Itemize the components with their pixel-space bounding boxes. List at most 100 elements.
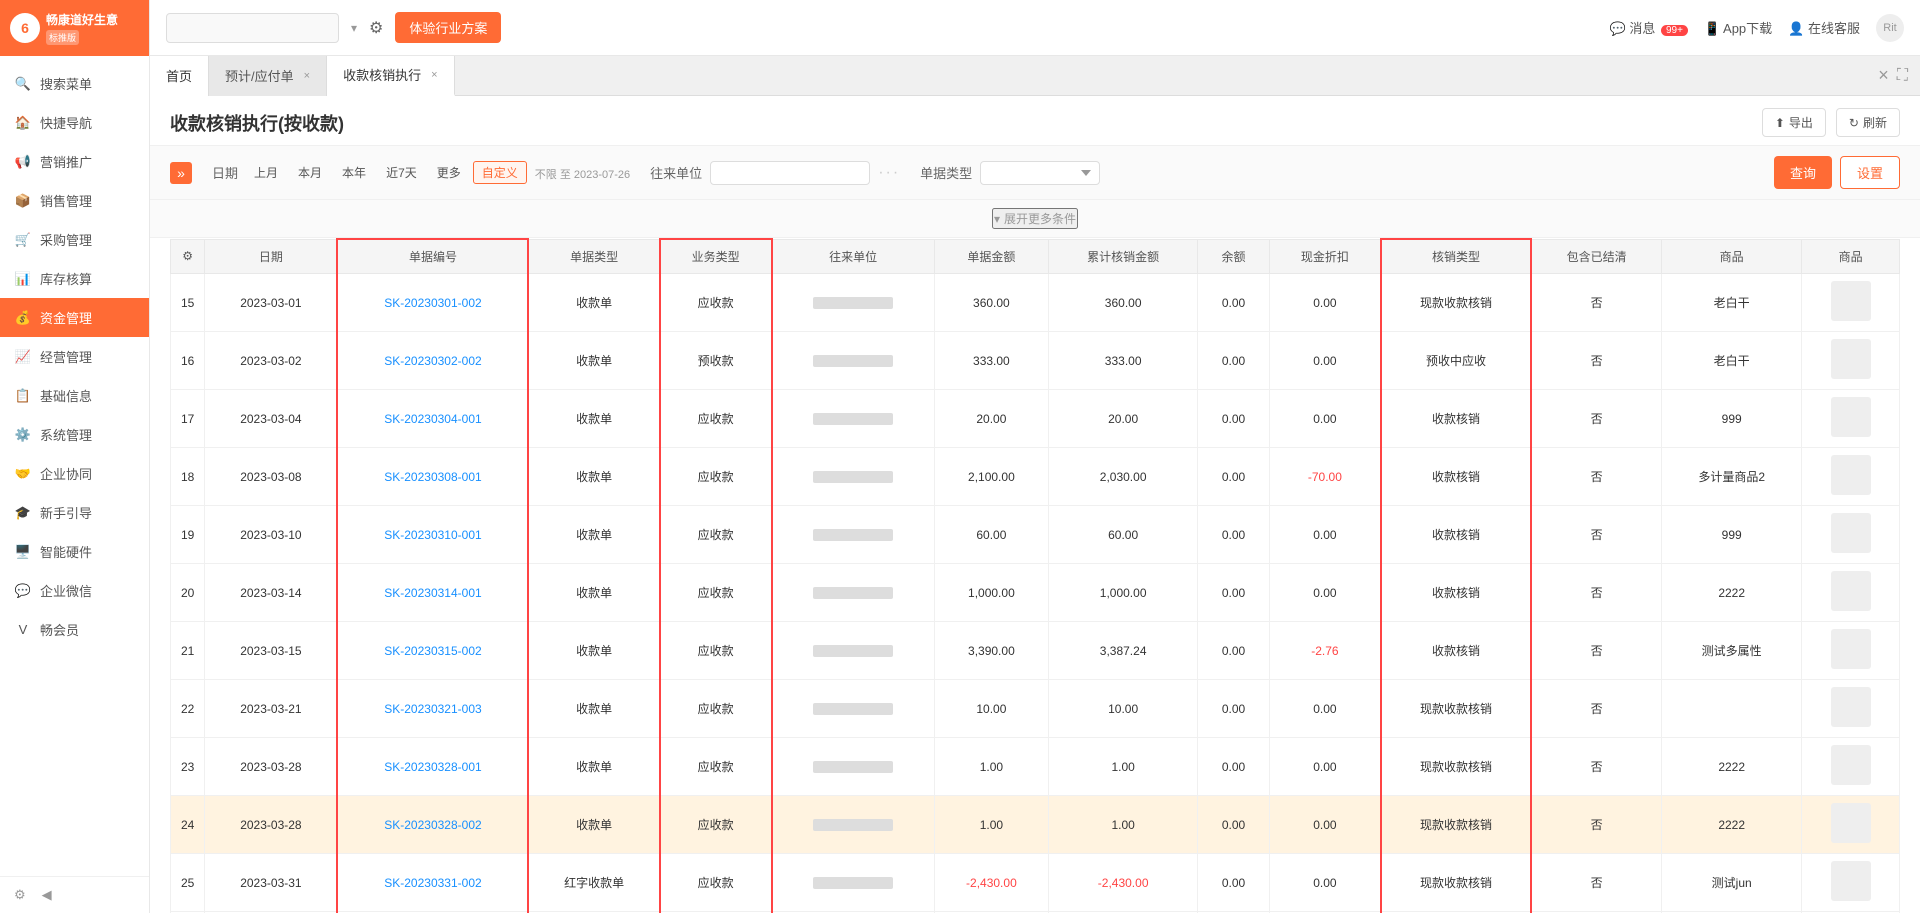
doc-no-link[interactable]: SK-20230310-001 (384, 528, 481, 542)
sidebar-item-sales[interactable]: 📦销售管理 (0, 181, 149, 220)
member-icon: V (14, 621, 32, 639)
sidebar-item-inventory[interactable]: 📊库存核算 (0, 259, 149, 298)
inventory-icon: 📊 (14, 270, 32, 288)
sidebar-item-member[interactable]: V畅会员 (0, 610, 149, 649)
cell-balance: 0.00 (1198, 854, 1270, 912)
cell-partner (772, 680, 934, 738)
doc-no-link[interactable]: SK-20230331-002 (384, 876, 481, 890)
tab-fullscreen-icon[interactable]: ⛶ (1897, 67, 1908, 85)
sidebar-item-label-search: 搜索菜单 (40, 74, 92, 93)
doc-no-link[interactable]: SK-20230302-002 (384, 354, 481, 368)
sidebar-item-purchase[interactable]: 🛒采购管理 (0, 220, 149, 259)
cell-date: 2023-03-15 (205, 622, 338, 680)
cell-balance: 0.00 (1198, 332, 1270, 390)
quick-icon: 🏠 (14, 114, 32, 132)
sidebar-item-hardware[interactable]: 🖥️智能硬件 (0, 532, 149, 571)
sidebar-item-search[interactable]: 🔍搜索菜单 (0, 64, 149, 103)
doc-no-link[interactable]: SK-20230304-001 (384, 412, 481, 426)
filter-date-last-month[interactable]: 上月 (246, 161, 286, 184)
filter-partner-input[interactable] (710, 161, 870, 185)
sidebar-item-finance[interactable]: 💰资金管理 (0, 298, 149, 337)
cell-doc-type: 收款单 (528, 274, 659, 332)
cell-doc-type: 收款单 (528, 390, 659, 448)
sidebar-item-label-system: 系统管理 (40, 425, 92, 444)
cell-amount: 333.00 (934, 332, 1049, 390)
filter-toggle-button[interactable]: » (170, 162, 192, 184)
sidebar-item-operation[interactable]: 📈经营管理 (0, 337, 149, 376)
cell-doc-no: SK-20230304-001 (337, 390, 528, 448)
cell-write-off-type: 现款收款核销 (1381, 680, 1531, 738)
cell-partner (772, 796, 934, 854)
tab-home[interactable]: 首页 (150, 56, 209, 96)
query-button[interactable]: 查询 (1774, 156, 1832, 189)
tab-payable[interactable]: 预计/应付单 × (209, 56, 327, 96)
sidebar-item-wechat[interactable]: 💬企业微信 (0, 571, 149, 610)
cell-no: 15 (171, 274, 205, 332)
settings-bottom-icon[interactable]: ⚙ (14, 887, 26, 903)
tab-close-all-icon[interactable]: × (1878, 65, 1889, 86)
cell-no: 19 (171, 506, 205, 564)
tab-collection-close[interactable]: × (431, 69, 437, 81)
filter-doctype-select[interactable] (980, 161, 1100, 185)
cell-write-off-type: 收款核销 (1381, 506, 1531, 564)
filter-date-this-year[interactable]: 本年 (334, 161, 374, 184)
tab-payable-close[interactable]: × (304, 70, 310, 82)
export-button[interactable]: ⬆ 导出 (1762, 108, 1826, 137)
filter-date-custom[interactable]: 自定义 (473, 161, 527, 184)
topbar-gear-icon[interactable]: ⚙ (369, 18, 383, 38)
topbar-chevron-icon[interactable]: ▾ (351, 21, 357, 35)
doc-no-link[interactable]: SK-20230314-001 (384, 586, 481, 600)
cell-doc-type: 收款单 (528, 680, 659, 738)
cell-biz-type: 应收款 (660, 274, 772, 332)
sidebar-item-basic[interactable]: 📋基础信息 (0, 376, 149, 415)
messages-link[interactable]: 💬 消息 99+ (1610, 18, 1688, 37)
cell-goods: 999 (1662, 506, 1802, 564)
cell-write-off-type: 现款收款核销 (1381, 854, 1531, 912)
filter-date-7days[interactable]: 近7天 (378, 161, 425, 184)
cell-goods2 (1802, 448, 1900, 506)
cell-balance: 0.00 (1198, 738, 1270, 796)
wechat-icon: 💬 (14, 582, 32, 600)
logo-icon: 6 (10, 13, 40, 43)
cell-goods: 多计量商品2 (1662, 448, 1802, 506)
filter-date-this-month[interactable]: 本月 (290, 161, 330, 184)
col-settings[interactable]: ⚙ (171, 239, 205, 274)
topbar-search-input[interactable] (166, 13, 339, 43)
cell-discount: 0.00 (1270, 390, 1381, 448)
filter-date-more[interactable]: 更多 (429, 161, 469, 184)
page-title: 收款核销执行(按收款) (170, 110, 344, 136)
cell-amount: 1.00 (934, 738, 1049, 796)
cell-partner (772, 854, 934, 912)
settings-button[interactable]: 设置 (1840, 156, 1900, 189)
cell-write-off-type: 现款收款核销 (1381, 796, 1531, 854)
cell-included: 否 (1531, 680, 1661, 738)
cell-goods2 (1802, 332, 1900, 390)
sidebar-item-label-basic: 基础信息 (40, 386, 92, 405)
cell-biz-type: 预收款 (660, 332, 772, 390)
expand-conditions-button[interactable]: ▾ 展开更多条件 (992, 208, 1078, 229)
industry-solution-button[interactable]: 体验行业方案 (395, 12, 501, 43)
sidebar-item-system[interactable]: ⚙️系统管理 (0, 415, 149, 454)
cell-write-off-type: 收款核销 (1381, 390, 1531, 448)
online-service-link[interactable]: 👤 在线客服 (1788, 18, 1860, 37)
sidebar-item-guide[interactable]: 🎓新手引导 (0, 493, 149, 532)
doc-no-link[interactable]: SK-20230315-002 (384, 644, 481, 658)
doc-no-link[interactable]: SK-20230328-002 (384, 818, 481, 832)
table-wrapper: ⚙ 日期 单据编号 单据类型 业务类型 往来单位 单据金额 累计核销金额 余额 … (150, 238, 1920, 913)
cell-balance: 0.00 (1198, 622, 1270, 680)
doc-no-link[interactable]: SK-20230308-001 (384, 470, 481, 484)
user-avatar[interactable]: Rit (1876, 14, 1904, 42)
sidebar-item-enterprise[interactable]: 🤝企业协同 (0, 454, 149, 493)
doc-no-link[interactable]: SK-20230328-001 (384, 760, 481, 774)
sidebar-item-marketing[interactable]: 📢营销推广 (0, 142, 149, 181)
app-download-link[interactable]: 📱 App下载 (1704, 18, 1772, 37)
doc-no-link[interactable]: SK-20230321-003 (384, 702, 481, 716)
collapse-icon[interactable]: ◀ (42, 887, 52, 903)
doc-no-link[interactable]: SK-20230301-002 (384, 296, 481, 310)
refresh-button[interactable]: ↻ 刷新 (1836, 108, 1900, 137)
cell-doc-no: SK-20230314-001 (337, 564, 528, 622)
cell-goods: 测试多属性 (1662, 622, 1802, 680)
tab-collection[interactable]: 收款核销执行 × (327, 56, 454, 96)
sidebar-item-quick[interactable]: 🏠快捷导航 (0, 103, 149, 142)
operation-icon: 📈 (14, 348, 32, 366)
